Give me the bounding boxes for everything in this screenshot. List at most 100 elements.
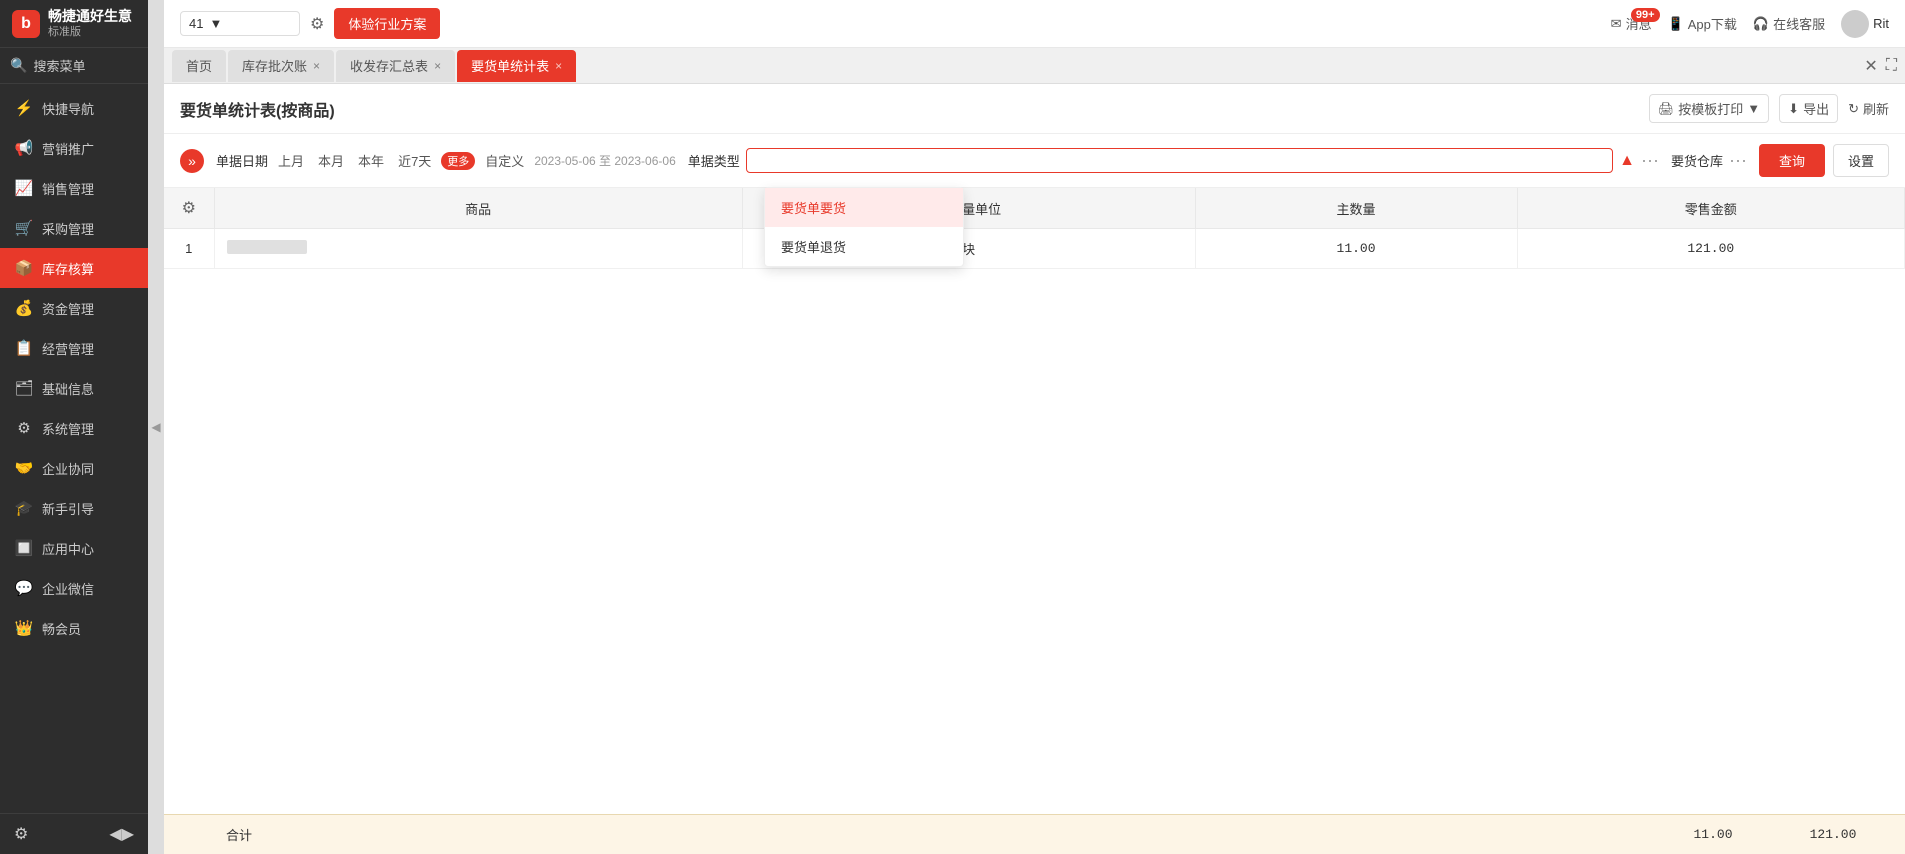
- settings-btn[interactable]: 设置: [1833, 144, 1889, 177]
- cell-product: [214, 229, 742, 269]
- filter-expand-btn[interactable]: »: [180, 149, 204, 173]
- type-input[interactable]: [746, 148, 1613, 173]
- avatar: [1841, 10, 1869, 38]
- footer-amount: 121.00: [1773, 827, 1893, 842]
- app-logo-icon: b: [12, 10, 40, 38]
- tab-recv-summary[interactable]: 收发存汇总表 ×: [336, 50, 455, 82]
- date-btn-week[interactable]: 近7天: [394, 149, 435, 172]
- tab-close-icon[interactable]: ×: [313, 59, 320, 73]
- phone-icon: 📱: [1668, 16, 1684, 32]
- sidebar-item-guide[interactable]: 🎓 新手引导: [0, 488, 148, 528]
- sidebar-search-label: 搜索菜单: [33, 56, 85, 75]
- sidebar-item-label: 新手引导: [42, 499, 94, 518]
- tab-label: 首页: [186, 56, 212, 75]
- basic-icon: 🗂: [14, 378, 34, 398]
- sidebar-item-label: 营销推广: [42, 139, 94, 158]
- page-header: 要货单统计表(按商品) 🖨 按模板打印 ▼ ⬇ 导出 ↻ 刷新: [164, 84, 1905, 134]
- industry-btn[interactable]: 体验行业方案: [334, 8, 440, 39]
- messages-btn[interactable]: ✉ 消息 99+: [1611, 14, 1652, 33]
- sidebar-item-enterprise[interactable]: 🤝 企业协同: [0, 448, 148, 488]
- total-label: 合计: [226, 828, 252, 843]
- collapse-icon[interactable]: ◀▶: [109, 824, 134, 844]
- window-close-icon[interactable]: ✕: [1864, 56, 1877, 76]
- refresh-label: 刷新: [1863, 99, 1889, 118]
- chevron-up-icon[interactable]: ▲: [1619, 152, 1635, 170]
- more-options-icon[interactable]: ···: [1641, 150, 1659, 171]
- app-download-label: App下载: [1688, 14, 1737, 33]
- tab-close-icon[interactable]: ×: [434, 59, 441, 73]
- date-range-display: 2023-05-06 至 2023-06-06: [534, 152, 675, 169]
- collapse-arrow-icon: ◀: [151, 420, 160, 434]
- operation-icon: 📋: [14, 338, 34, 358]
- warehouse-label: 要货仓库: [1671, 151, 1723, 170]
- sidebar-search[interactable]: 🔍 搜索菜单: [0, 48, 148, 84]
- date-btn-year[interactable]: 本年: [354, 149, 388, 172]
- window-expand-icon[interactable]: ⛶: [1886, 57, 1897, 75]
- app-center-icon: 🔲: [14, 538, 34, 558]
- settings-icon[interactable]: ⚙: [14, 824, 28, 844]
- finance-icon: 💰: [14, 298, 34, 318]
- filter-bar: » 单据日期 上月 本月 本年 近7天 更多 自定义 2023-05-06 至 …: [164, 134, 1905, 188]
- export-btn[interactable]: ⬇ 导出: [1779, 94, 1838, 123]
- messages-badge: 99+: [1631, 8, 1660, 22]
- sidebar-item-operation[interactable]: 📋 经营管理: [0, 328, 148, 368]
- table-header-row: ⚙ 商品 主计量单位 主数量 零售金额: [164, 188, 1905, 229]
- type-dropdown: 要货单要货 要货单退货: [764, 187, 964, 267]
- sidebar-item-app-center[interactable]: 🔲 应用中心: [0, 528, 148, 568]
- refresh-btn[interactable]: ↻ 刷新: [1848, 99, 1889, 118]
- dropdown-item-return[interactable]: 要货单退货: [765, 227, 963, 266]
- query-btn[interactable]: 查询: [1759, 144, 1825, 177]
- print-btn[interactable]: 🖨 按模板打印 ▼: [1649, 94, 1769, 123]
- sidebar-item-system[interactable]: ⚙ 系统管理: [0, 408, 148, 448]
- sidebar-item-sales[interactable]: 📈 销售管理: [0, 168, 148, 208]
- warehouse-more-icon[interactable]: ···: [1729, 150, 1747, 171]
- tab-inventory-batch[interactable]: 库存批次账 ×: [228, 50, 334, 82]
- sidebar-item-label: 库存核算: [42, 259, 94, 278]
- company-selector[interactable]: 41 ▼: [180, 11, 300, 36]
- tab-label: 收发存汇总表: [350, 56, 428, 75]
- warehouse-filter-group: 要货仓库 ···: [1671, 150, 1747, 171]
- sidebar-item-purchase[interactable]: 🛒 采购管理: [0, 208, 148, 248]
- online-service-btn[interactable]: 🎧 在线客服: [1753, 14, 1825, 33]
- th-settings[interactable]: ⚙: [164, 188, 214, 229]
- sidebar-item-inventory[interactable]: 📦 库存核算: [0, 248, 148, 288]
- guide-icon: 🎓: [14, 498, 34, 518]
- topbar-right: ✉ 消息 99+ 📱 App下载 🎧 在线客服 Rit: [1611, 10, 1889, 38]
- sidebar-item-finance[interactable]: 💰 资金管理: [0, 288, 148, 328]
- date-more-badge[interactable]: 更多: [441, 152, 475, 170]
- date-btn-prev[interactable]: 上月: [274, 149, 308, 172]
- tab-order-summary[interactable]: 要货单统计表 ×: [457, 50, 576, 82]
- dropdown-item-label: 要货单退货: [781, 240, 846, 255]
- user-profile[interactable]: Rit: [1841, 10, 1889, 38]
- username-label: Rit: [1873, 16, 1889, 31]
- print-label: 按模板打印: [1678, 99, 1743, 118]
- export-icon: ⬇: [1788, 101, 1799, 117]
- cell-amount: 121.00: [1517, 229, 1904, 269]
- sidebar-item-wechat[interactable]: 💬 企业微信: [0, 568, 148, 608]
- sidebar-item-marketing[interactable]: 📢 营销推广: [0, 128, 148, 168]
- date-filter-group: 单据日期 上月 本月 本年 近7天 更多 自定义 2023-05-06 至 20…: [216, 149, 676, 172]
- dropdown-item-order[interactable]: 要货单要货: [765, 188, 963, 227]
- sidebar-collapse-bar[interactable]: ◀: [148, 0, 164, 854]
- footer-total-label: 合计: [226, 825, 1553, 844]
- sidebar-item-quick-nav[interactable]: ⚡ 快捷导航: [0, 88, 148, 128]
- print-dropdown-icon[interactable]: ▼: [1747, 101, 1760, 116]
- topbar-gear-icon[interactable]: ⚙: [310, 14, 324, 34]
- app-download-btn[interactable]: 📱 App下载: [1668, 14, 1737, 33]
- type-label: 单据类型: [688, 151, 740, 170]
- app-logo-text: 畅捷通好生意 标准版: [48, 7, 132, 39]
- date-custom-btn[interactable]: 自定义: [481, 149, 528, 172]
- sidebar-item-member[interactable]: 👑 畅会员: [0, 608, 148, 648]
- dropdown-item-label: 要货单要货: [781, 201, 846, 216]
- tabbar: 首页 库存批次账 × 收发存汇总表 × 要货单统计表 × ✕ ⛶: [164, 48, 1905, 84]
- sidebar-item-label: 资金管理: [42, 299, 94, 318]
- purchase-icon: 🛒: [14, 218, 34, 238]
- date-btn-curr[interactable]: 本月: [314, 149, 348, 172]
- sidebar-item-basic[interactable]: 🗂 基础信息: [0, 368, 148, 408]
- tab-home[interactable]: 首页: [172, 50, 226, 82]
- tab-close-active-icon[interactable]: ×: [555, 59, 562, 73]
- online-service-label: 在线客服: [1773, 14, 1825, 33]
- sales-icon: 📈: [14, 178, 34, 198]
- table-settings-gear-icon[interactable]: ⚙: [182, 200, 196, 217]
- sidebar-item-label: 畅会员: [42, 619, 81, 638]
